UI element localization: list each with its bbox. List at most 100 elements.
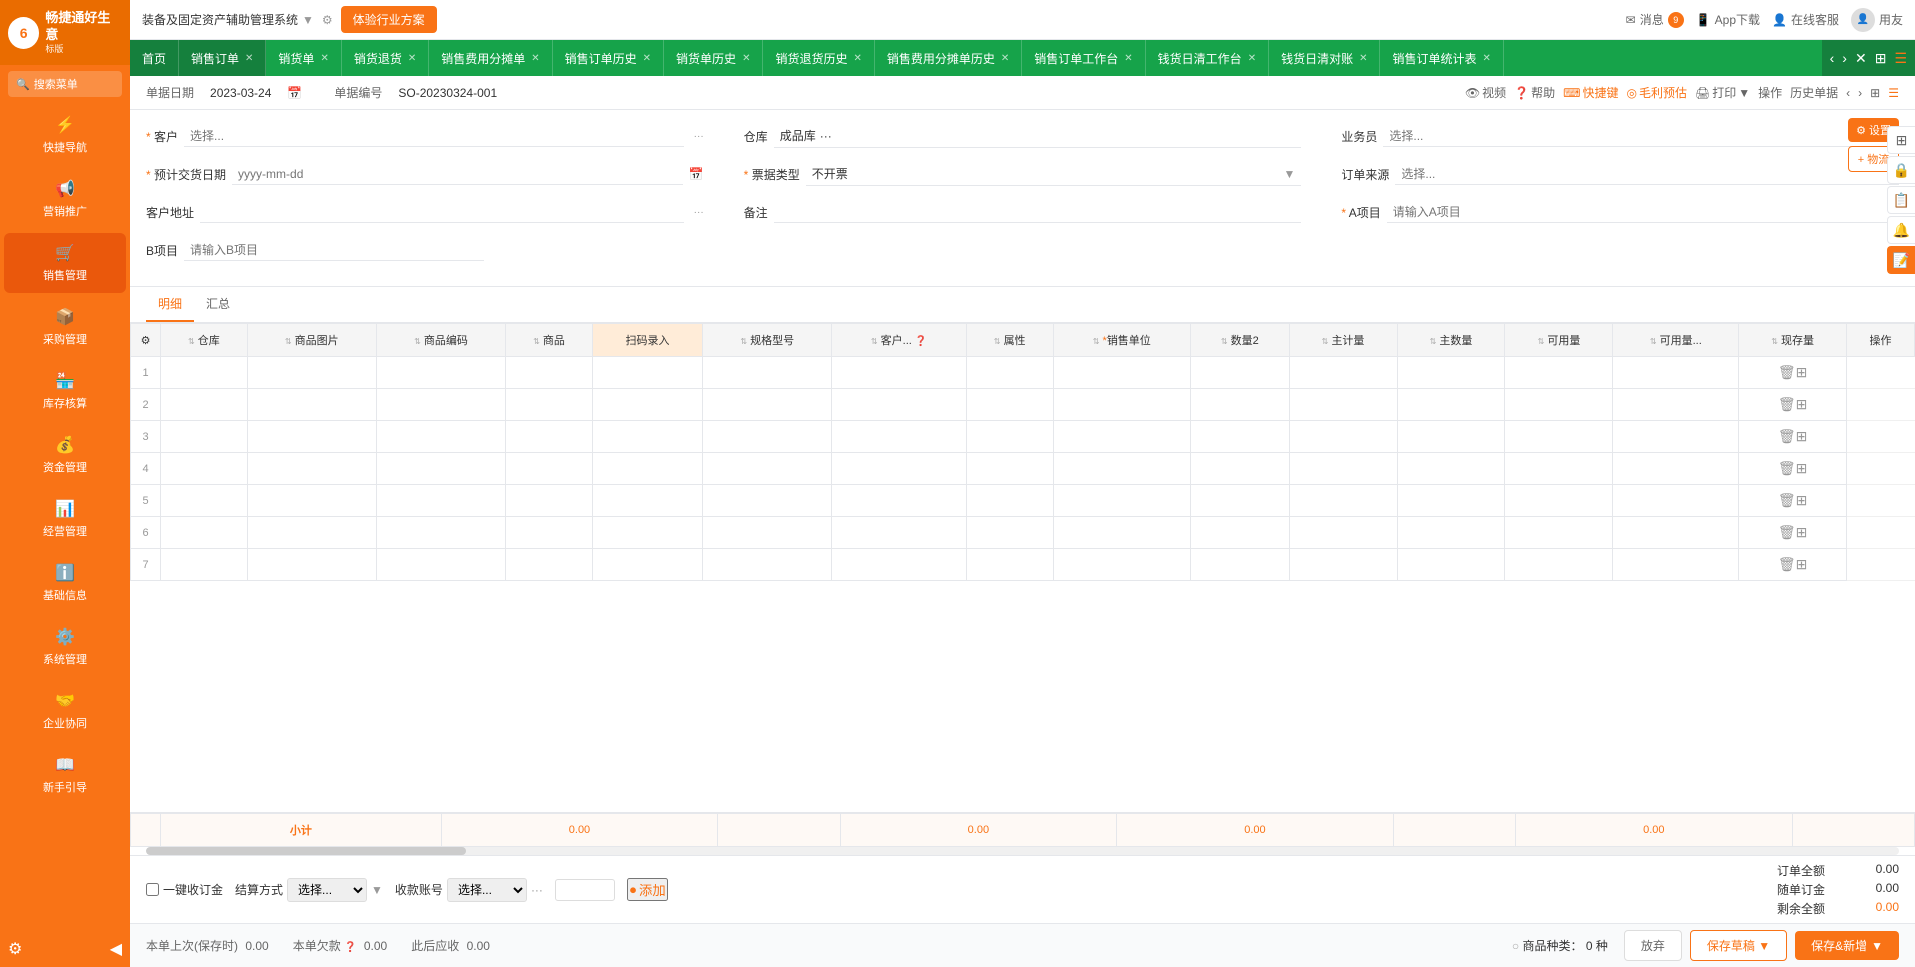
a-project-input[interactable]: [1387, 202, 1899, 223]
table-cell[interactable]: [1613, 549, 1739, 581]
right-panel-btn-2[interactable]: 🔒: [1887, 156, 1915, 184]
table-cell[interactable]: [1191, 453, 1290, 485]
table-cell[interactable]: [506, 389, 593, 421]
table-cell[interactable]: [966, 453, 1053, 485]
sidebar-item-system[interactable]: ⚙️ 系统管理: [4, 617, 126, 677]
delete-row-btn[interactable]: 🗑: [1778, 428, 1796, 445]
discard-btn[interactable]: 放弃: [1624, 930, 1682, 961]
delivery-date-input[interactable]: [232, 164, 683, 185]
tab-close-icon[interactable]: ✕: [1001, 53, 1009, 64]
table-cell[interactable]: [1053, 421, 1191, 453]
sidebar-item-basic-info[interactable]: ℹ️ 基础信息: [4, 553, 126, 613]
delete-row-btn[interactable]: 🗑: [1778, 524, 1796, 541]
next-record-btn[interactable]: ›: [1858, 86, 1862, 100]
table-cell[interactable]: [376, 549, 505, 581]
tab-cash-reconcile[interactable]: 钱货日清对账 ✕: [1269, 40, 1380, 76]
app-download-btn[interactable]: 📱 App下载: [1696, 11, 1760, 28]
tab-detail[interactable]: 明细: [146, 287, 194, 322]
table-cell[interactable]: [592, 389, 702, 421]
table-cell[interactable]: [1191, 517, 1290, 549]
table-cell[interactable]: [376, 517, 505, 549]
tab-sales-invoice[interactable]: 销货单 ✕: [266, 40, 341, 76]
table-cell[interactable]: [703, 453, 832, 485]
delete-row-btn[interactable]: 🗑: [1778, 460, 1796, 477]
table-cell[interactable]: [161, 517, 248, 549]
table-cell[interactable]: [1289, 421, 1397, 453]
table-cell[interactable]: [832, 389, 966, 421]
table-cell[interactable]: [247, 517, 376, 549]
list-view-btn[interactable]: ☰: [1888, 86, 1899, 100]
right-panel-btn-3[interactable]: 📋: [1887, 186, 1915, 214]
table-cell[interactable]: [1505, 357, 1613, 389]
table-cell[interactable]: [161, 549, 248, 581]
table-cell[interactable]: [966, 421, 1053, 453]
b-project-input[interactable]: [184, 240, 484, 261]
table-cell[interactable]: [1053, 517, 1191, 549]
search-menu-item[interactable]: 🔍 搜索菜单: [0, 65, 130, 103]
customer-input[interactable]: [184, 126, 684, 147]
table-cell[interactable]: [376, 357, 505, 389]
table-cell[interactable]: [592, 549, 702, 581]
amount-input[interactable]: 0.00: [555, 879, 615, 901]
table-cell[interactable]: [592, 357, 702, 389]
nav-scroll-right[interactable]: ›: [1838, 48, 1851, 68]
table-cell[interactable]: [592, 485, 702, 517]
table-cell[interactable]: [376, 421, 505, 453]
delete-row-btn[interactable]: 🗑: [1778, 396, 1796, 413]
salesperson-input[interactable]: [1383, 126, 1879, 147]
prev-record-btn[interactable]: ‹: [1846, 86, 1850, 100]
tab-close-icon[interactable]: ✕: [742, 53, 750, 64]
tab-close-icon[interactable]: ✕: [1124, 53, 1132, 64]
tab-return-history[interactable]: 销货退货历史 ✕: [763, 40, 874, 76]
table-cell[interactable]: [832, 453, 966, 485]
tab-close-icon[interactable]: ✕: [643, 53, 651, 64]
table-cell[interactable]: [1613, 517, 1739, 549]
save-new-btn[interactable]: 保存&新增 ▼: [1795, 931, 1899, 960]
tab-sales-stats[interactable]: 销售订单统计表 ✕: [1380, 40, 1503, 76]
solution-btn[interactable]: 体验行业方案: [341, 6, 437, 33]
tab-cash-daily-workbench[interactable]: 钱货日清工作台 ✕: [1146, 40, 1269, 76]
table-cell[interactable]: [1191, 357, 1290, 389]
address-dots[interactable]: ···: [694, 207, 704, 218]
copy-row-btn[interactable]: ⊞: [1796, 428, 1808, 445]
operate-btn[interactable]: 操作: [1758, 84, 1782, 101]
copy-row-btn[interactable]: ⊞: [1796, 556, 1808, 573]
table-cell[interactable]: [1397, 389, 1505, 421]
tab-sales-order-history[interactable]: 销售订单历史 ✕: [553, 40, 664, 76]
table-cell[interactable]: [1289, 549, 1397, 581]
table-cell[interactable]: [832, 517, 966, 549]
table-cell[interactable]: [376, 485, 505, 517]
tab-sales-return[interactable]: 销货退货 ✕: [342, 40, 429, 76]
nav-close-all[interactable]: ✕: [1851, 40, 1871, 76]
right-panel-btn-4[interactable]: 🔔: [1887, 216, 1915, 244]
table-cell[interactable]: [506, 485, 593, 517]
table-cell[interactable]: [1397, 453, 1505, 485]
table-cell[interactable]: [1505, 421, 1613, 453]
table-cell[interactable]: [1505, 485, 1613, 517]
copy-row-btn[interactable]: ⊞: [1796, 492, 1808, 509]
sidebar-item-finance[interactable]: 💰 资金管理: [4, 425, 126, 485]
table-cell[interactable]: [1505, 453, 1613, 485]
search-menu-btn[interactable]: 🔍 搜索菜单: [8, 71, 122, 97]
table-cell[interactable]: [247, 549, 376, 581]
table-cell[interactable]: [1191, 485, 1290, 517]
history-btn[interactable]: 历史单据: [1790, 84, 1838, 101]
table-cell[interactable]: [1191, 549, 1290, 581]
customer-address-input[interactable]: [200, 202, 684, 223]
tab-close-icon[interactable]: ✕: [245, 53, 253, 64]
table-cell[interactable]: [966, 485, 1053, 517]
table-cell[interactable]: [1053, 453, 1191, 485]
sidebar-item-guide[interactable]: 📖 新手引导: [4, 745, 126, 805]
table-cell[interactable]: [1397, 421, 1505, 453]
table-cell[interactable]: [966, 357, 1053, 389]
table-cell[interactable]: [1053, 389, 1191, 421]
table-cell[interactable]: [1613, 357, 1739, 389]
table-cell[interactable]: [247, 357, 376, 389]
table-cell[interactable]: [161, 421, 248, 453]
scrollbar-thumb[interactable]: [146, 847, 466, 855]
tab-close-icon[interactable]: ✕: [531, 53, 539, 64]
table-cell[interactable]: [966, 549, 1053, 581]
table-cell[interactable]: [592, 453, 702, 485]
tab-close-icon[interactable]: ✕: [853, 53, 861, 64]
table-cell[interactable]: [703, 485, 832, 517]
